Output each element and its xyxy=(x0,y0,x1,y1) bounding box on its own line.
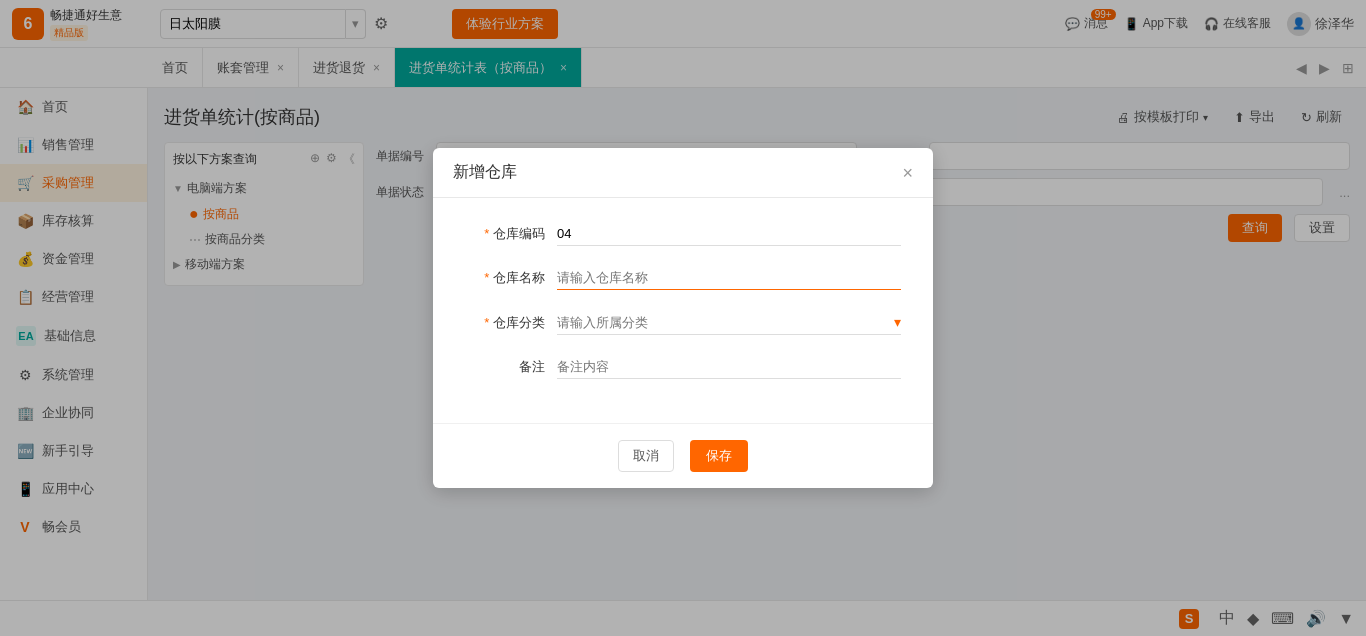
modal-body: 仓库编码 仓库名称 仓库分类 ▾ xyxy=(433,198,933,423)
remark-input[interactable] xyxy=(557,355,901,379)
category-select-wrap[interactable]: ▾ xyxy=(557,310,901,335)
modal-header: 新增仓库 × xyxy=(433,148,933,198)
code-input[interactable] xyxy=(557,222,901,246)
modal-footer: 取消 保存 xyxy=(433,423,933,488)
category-dropdown-arrow[interactable]: ▾ xyxy=(894,314,901,330)
modal-new-warehouse: 新增仓库 × 仓库编码 仓库名称 仓库分类 xyxy=(433,148,933,488)
name-label: 仓库名称 xyxy=(465,269,545,287)
modal-backdrop[interactable]: 新增仓库 × 仓库编码 仓库名称 仓库分类 xyxy=(0,0,1366,636)
form-row-code: 仓库编码 xyxy=(465,222,901,246)
form-row-category: 仓库分类 ▾ xyxy=(465,310,901,335)
form-row-remark: 备注 xyxy=(465,355,901,379)
modal-title: 新增仓库 xyxy=(453,162,517,183)
modal-close-button[interactable]: × xyxy=(902,164,913,182)
save-button[interactable]: 保存 xyxy=(690,440,748,472)
category-input[interactable] xyxy=(557,315,894,330)
cancel-button[interactable]: 取消 xyxy=(618,440,674,472)
form-row-name: 仓库名称 xyxy=(465,266,901,290)
code-label: 仓库编码 xyxy=(465,225,545,243)
name-input[interactable] xyxy=(557,266,901,290)
category-label: 仓库分类 xyxy=(465,314,545,332)
remark-label: 备注 xyxy=(465,358,545,376)
